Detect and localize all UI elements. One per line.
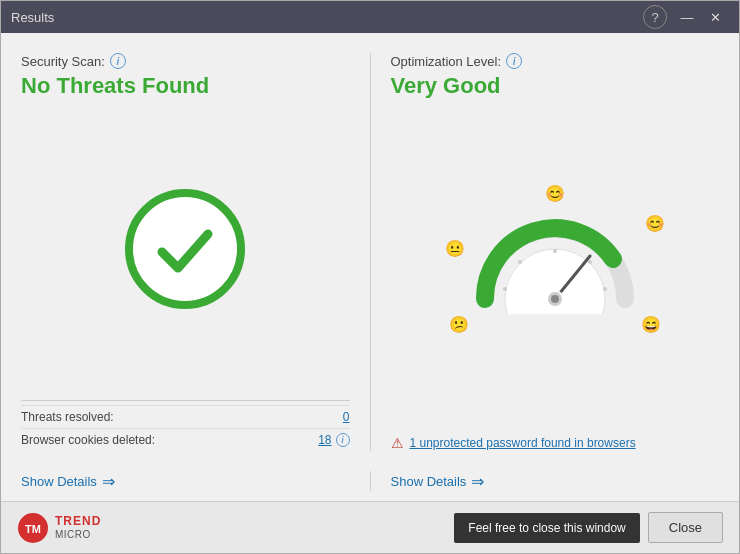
title-bar: Results ? — ✕: [1, 1, 739, 33]
gauge-svg: [465, 204, 645, 314]
top-emoji-icon: 😊: [545, 184, 565, 203]
main-window: Results ? — ✕ Security Scan: i No Threat…: [0, 0, 740, 554]
security-scan-label: Security Scan: i: [21, 53, 350, 69]
stats-separator: [21, 400, 350, 401]
right-top-emoji-icon: 😊: [645, 214, 665, 233]
minimize-button[interactable]: —: [673, 5, 701, 29]
content-area: Security Scan: i No Threats Found Threat…: [1, 33, 739, 501]
svg-point-1: [553, 249, 557, 253]
svg-point-8: [551, 295, 559, 303]
checkmark-icon: [150, 214, 220, 284]
svg-point-2: [518, 260, 522, 264]
right-bottom-emoji-icon: 😄: [641, 315, 661, 334]
svg-point-4: [588, 260, 592, 264]
checkmark-circle: [125, 189, 245, 309]
show-details-divider: [370, 471, 371, 491]
close-hint-text: Feel free to close this window: [454, 513, 639, 543]
trend-micro-logo-icon: TM: [17, 512, 49, 544]
browser-cookies-value[interactable]: 18: [318, 433, 331, 447]
window-title: Results: [11, 10, 643, 25]
threats-resolved-row: Threats resolved: 0: [21, 405, 350, 428]
left-panel: Security Scan: i No Threats Found Threat…: [21, 53, 350, 451]
optimization-info-icon[interactable]: i: [506, 53, 522, 69]
warning-link[interactable]: 1 unprotected password found in browsers: [410, 436, 636, 450]
optimization-label: Optimization Level: i: [391, 53, 720, 69]
gauge-container: 😊 😐 😊 😄 😕: [391, 111, 720, 427]
svg-text:TM: TM: [25, 523, 41, 535]
cookies-info-icon[interactable]: i: [336, 433, 350, 447]
browser-cookies-row: Browser cookies deleted: 18 i: [21, 428, 350, 451]
very-good-status: Very Good: [391, 73, 720, 99]
warning-row: ⚠ 1 unprotected password found in browse…: [391, 435, 720, 451]
show-details-row: Show Details ⇒ Show Details ⇒: [1, 461, 739, 501]
logo-micro-text: MICRO: [55, 529, 101, 540]
panels-container: Security Scan: i No Threats Found Threat…: [1, 33, 739, 461]
svg-point-3: [503, 287, 507, 291]
left-emoji-icon: 😐: [445, 239, 465, 258]
checkmark-container: [21, 111, 350, 396]
no-threats-status: No Threats Found: [21, 73, 350, 99]
trend-micro-logo: TM TREND MICRO: [17, 512, 101, 544]
close-button[interactable]: Close: [648, 512, 723, 543]
browser-cookies-label: Browser cookies deleted:: [21, 433, 155, 447]
threats-resolved-label: Threats resolved:: [21, 410, 114, 424]
logo-text: TREND MICRO: [55, 515, 101, 539]
left-bottom-emoji-icon: 😕: [449, 315, 469, 334]
panel-divider: [370, 53, 371, 451]
logo-trend-text: TREND: [55, 515, 101, 528]
threats-resolved-value[interactable]: 0: [343, 410, 350, 424]
warning-triangle-icon: ⚠: [391, 435, 404, 451]
right-panel: Optimization Level: i Very Good 😊 😐 😊: [391, 53, 720, 451]
footer: TM TREND MICRO Feel free to close this w…: [1, 501, 739, 553]
show-details-right-arrow: ⇒: [471, 472, 484, 491]
close-window-button[interactable]: ✕: [701, 5, 729, 29]
svg-point-5: [603, 287, 607, 291]
show-details-left-link[interactable]: Show Details ⇒: [21, 472, 350, 491]
show-details-right-link[interactable]: Show Details ⇒: [391, 472, 720, 491]
show-details-left-arrow: ⇒: [102, 472, 115, 491]
security-scan-info-icon[interactable]: i: [110, 53, 126, 69]
help-button[interactable]: ?: [643, 5, 667, 29]
